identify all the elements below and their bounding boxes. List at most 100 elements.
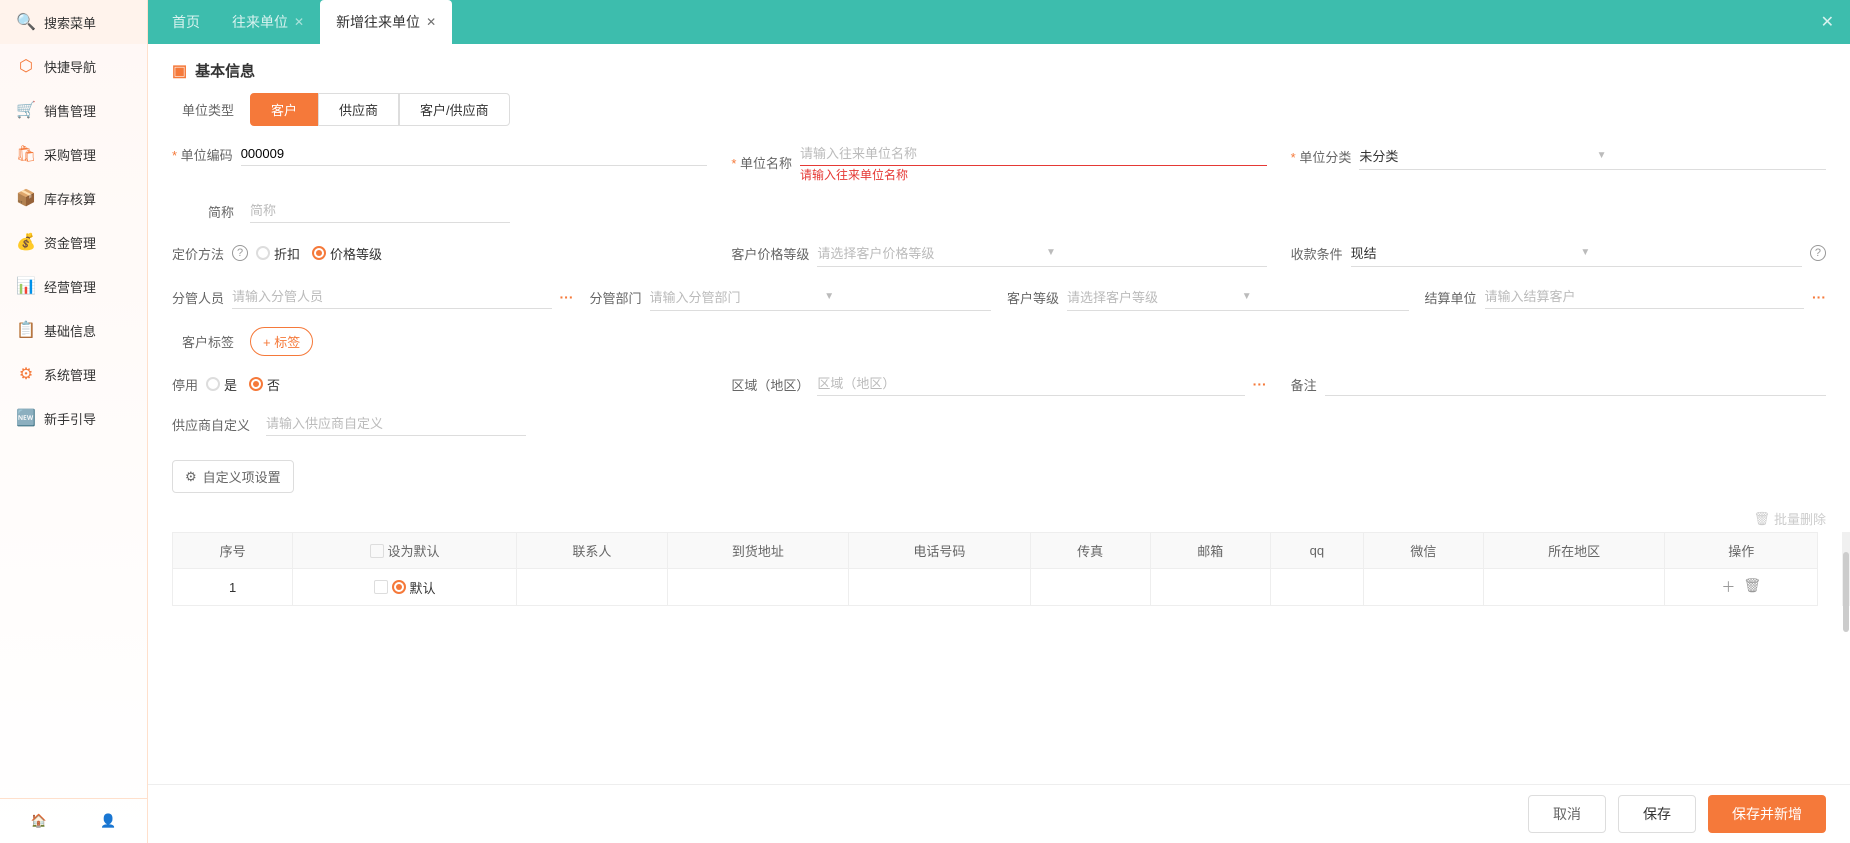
custom-settings-button[interactable]: ⚙ 自定义项设置 bbox=[172, 460, 294, 493]
manager-label: 分管人员 bbox=[172, 288, 224, 307]
tab-new-contact-close[interactable]: ✕ bbox=[426, 15, 436, 29]
sidebar-item-basic-info[interactable]: 📋 基础信息 bbox=[0, 308, 147, 352]
manager-row: 分管人员 ··· 分管部门 请输入分管部门 ▼ 客户等级 请选择客户等级 ▼ bbox=[172, 283, 1826, 311]
customer-level-select[interactable]: 请选择客户等级 ▼ bbox=[1067, 283, 1408, 311]
remark-label: 备注 bbox=[1291, 375, 1317, 394]
unit-type-row: 单位类型 客户 供应商 客户/供应商 bbox=[172, 93, 1826, 126]
finance-icon: 💰 bbox=[16, 232, 36, 252]
sidebar-item-guide[interactable]: 🆕 新手引导 bbox=[0, 396, 147, 440]
disabled-region-row: 停用 是 否 区域（地区） ··· bbox=[172, 372, 1826, 396]
row-action-buttons: ＋ 🗑 bbox=[1677, 577, 1805, 597]
home-icon: ⬡ bbox=[16, 56, 36, 76]
sidebar-item-inventory[interactable]: 📦 库存核算 bbox=[0, 176, 147, 220]
sidebar-item-quick-nav[interactable]: ⬡ 快捷导航 bbox=[0, 44, 147, 88]
pricing-level-radio[interactable]: 价格等级 bbox=[312, 244, 382, 263]
batch-delete-label[interactable]: 批量删除 bbox=[1774, 509, 1826, 528]
sidebar-item-label: 基础信息 bbox=[44, 321, 96, 340]
sidebar-item-label: 库存核算 bbox=[44, 189, 96, 208]
department-select[interactable]: 请输入分管部门 ▼ bbox=[650, 283, 991, 311]
chevron-down-icon: ▼ bbox=[1597, 150, 1826, 161]
unit-type-both[interactable]: 客户/供应商 bbox=[399, 93, 510, 126]
disabled-yes-radio[interactable]: 是 bbox=[206, 375, 237, 394]
region-more-btn[interactable]: ··· bbox=[1253, 376, 1267, 392]
sidebar-home-btn[interactable]: 🏠 bbox=[8, 807, 70, 835]
sidebar-user-btn[interactable]: 👤 bbox=[78, 807, 140, 835]
sidebar-item-label: 搜索菜单 bbox=[44, 13, 96, 32]
short-name-input[interactable] bbox=[250, 199, 510, 223]
col-fax: 传真 bbox=[1030, 533, 1150, 569]
payment-terms-value: 现结 bbox=[1351, 243, 1573, 262]
unit-name-content: 请输入往来单位名称 bbox=[800, 142, 1267, 183]
tab-contacts[interactable]: 往来单位 ✕ bbox=[216, 0, 320, 44]
unit-code-field: 单位编码 bbox=[172, 142, 707, 166]
payment-terms-label: 收款条件 bbox=[1291, 244, 1343, 263]
unit-code-input[interactable] bbox=[241, 142, 708, 166]
row-default-cell: 默认 bbox=[293, 569, 517, 606]
operations-icon: 📊 bbox=[16, 276, 36, 296]
delete-row-button[interactable]: 🗑 bbox=[1743, 577, 1761, 597]
sidebar-item-search[interactable]: 🔍 搜索菜单 bbox=[0, 0, 147, 44]
pricing-help-icon[interactable]: ? bbox=[232, 245, 248, 261]
supplier-custom-input[interactable] bbox=[266, 412, 526, 436]
col-qq: qq bbox=[1270, 533, 1363, 569]
save-and-new-button[interactable]: 保存并新增 bbox=[1708, 795, 1826, 833]
sidebar-item-sales[interactable]: 🛒 销售管理 bbox=[0, 88, 147, 132]
select-all-checkbox[interactable] bbox=[370, 544, 384, 558]
row-checkbox[interactable] bbox=[374, 580, 388, 594]
unit-name-label: 单位名称 bbox=[731, 153, 792, 172]
customer-price-level-select[interactable]: 请选择客户价格等级 ▼ bbox=[817, 239, 1266, 267]
sidebar-item-system[interactable]: ⚙ 系统管理 bbox=[0, 352, 147, 396]
sidebar-item-purchase[interactable]: 🛍 采购管理 bbox=[0, 132, 147, 176]
unit-name-input[interactable] bbox=[800, 142, 1267, 166]
manager-input[interactable] bbox=[232, 285, 551, 309]
customer-price-level-label: 客户价格等级 bbox=[731, 244, 809, 263]
unit-type-supplier[interactable]: 供应商 bbox=[318, 93, 399, 126]
add-row-button[interactable]: ＋ bbox=[1721, 577, 1735, 597]
sales-icon: 🛒 bbox=[16, 100, 36, 120]
unit-category-select[interactable]: 未分类 ▼ bbox=[1359, 142, 1826, 170]
payment-terms-select[interactable]: 现结 ▼ bbox=[1351, 239, 1802, 267]
sidebar-item-operations[interactable]: 📊 经营管理 bbox=[0, 264, 147, 308]
batch-delete-icon: 🗑 bbox=[1753, 511, 1770, 527]
guide-icon: 🆕 bbox=[16, 408, 36, 428]
sidebar-item-label: 经营管理 bbox=[44, 277, 96, 296]
col-index: 序号 bbox=[173, 533, 293, 569]
settlement-more-btn[interactable]: ··· bbox=[1812, 289, 1826, 305]
pricing-discount-radio[interactable]: 折扣 bbox=[256, 244, 300, 263]
row-default-radio[interactable]: 默认 bbox=[392, 578, 436, 597]
short-name-label: 简称 bbox=[172, 202, 242, 221]
tab-new-contact[interactable]: 新增往来单位 ✕ bbox=[320, 0, 452, 44]
pricing-radio-group: 折扣 价格等级 bbox=[256, 244, 382, 263]
tab-contacts-close[interactable]: ✕ bbox=[294, 15, 304, 29]
payment-help-icon[interactable]: ? bbox=[1810, 245, 1826, 261]
region-input[interactable] bbox=[817, 372, 1244, 396]
manager-more-btn[interactable]: ··· bbox=[560, 289, 574, 305]
customer-level-label: 客户等级 bbox=[1007, 288, 1059, 307]
section-basic-info: ▣ 基本信息 bbox=[148, 44, 1850, 93]
settlement-unit-label: 结算单位 bbox=[1425, 288, 1477, 307]
cancel-button[interactable]: 取消 bbox=[1528, 795, 1606, 833]
unit-type-customer[interactable]: 客户 bbox=[250, 93, 318, 126]
close-all-tabs[interactable]: ✕ bbox=[1813, 8, 1842, 36]
row-phone bbox=[849, 569, 1030, 606]
unit-category-label: 单位分类 bbox=[1291, 147, 1352, 166]
remark-input[interactable] bbox=[1325, 372, 1826, 396]
region-field: 区域（地区） ··· bbox=[731, 372, 1266, 396]
customer-price-level-field: 客户价格等级 请选择客户价格等级 ▼ bbox=[731, 239, 1266, 267]
unit-code-content bbox=[241, 142, 708, 166]
scrollbar-thumb bbox=[1843, 552, 1849, 632]
tab-home[interactable]: 首页 bbox=[156, 0, 216, 44]
save-button[interactable]: 保存 bbox=[1618, 795, 1696, 833]
table-scrollbar[interactable] bbox=[1842, 532, 1850, 606]
row-qq bbox=[1270, 569, 1363, 606]
code-name-category-row: 单位编码 单位名称 请输入往来单位名称 单位分类 bbox=[172, 142, 1826, 183]
add-tag-button[interactable]: + 标签 bbox=[250, 327, 313, 356]
sidebar-item-finance[interactable]: 💰 资金管理 bbox=[0, 220, 147, 264]
row-fax bbox=[1030, 569, 1150, 606]
short-name-row: 简称 bbox=[172, 199, 1826, 223]
pricing-method-label: 定价方法 bbox=[172, 244, 224, 263]
disabled-no-radio[interactable]: 否 bbox=[249, 375, 280, 394]
disabled-radio-group: 是 否 bbox=[206, 375, 280, 394]
settlement-unit-input[interactable] bbox=[1485, 285, 1804, 309]
batch-delete-area: 🗑 批量删除 bbox=[148, 505, 1850, 532]
